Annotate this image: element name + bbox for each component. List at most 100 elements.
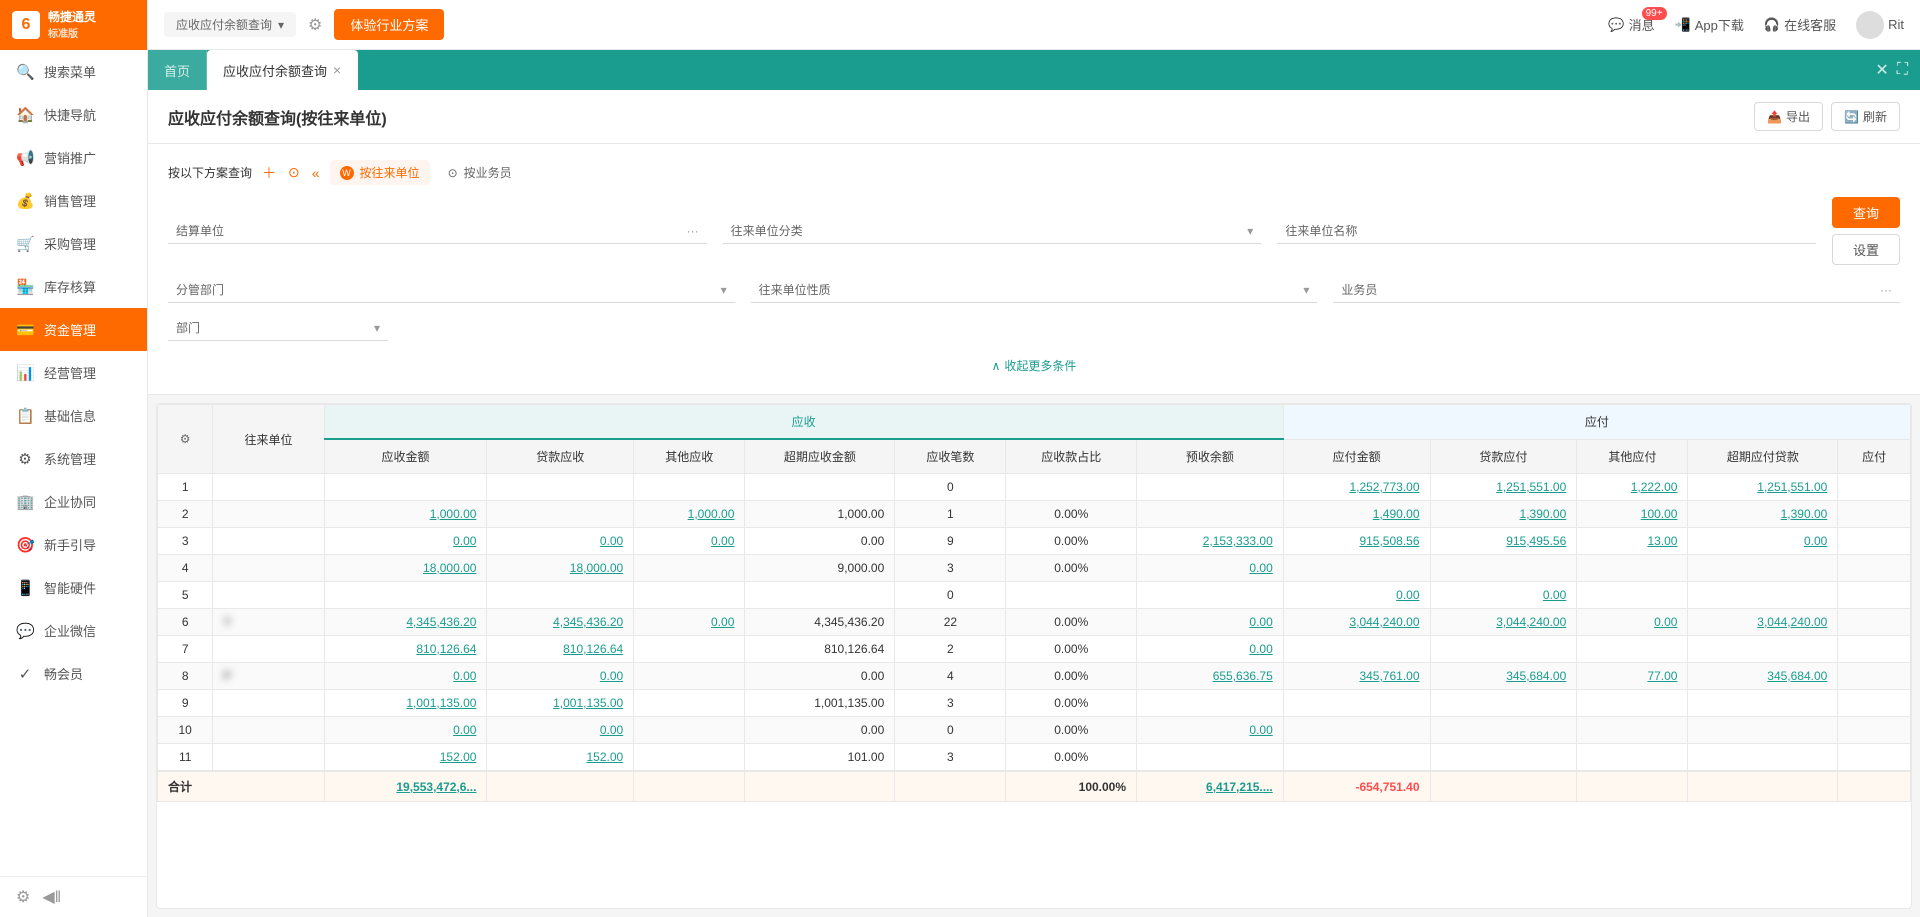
home-icon: 🏠 (16, 106, 34, 124)
table-row: 101,252,773.001,251,551.001,222.001,251,… (158, 474, 1911, 501)
message-icon: 💬 (1608, 17, 1624, 33)
scheme-settings-icon[interactable]: ⊙ (286, 162, 302, 183)
bumen-arrow-icon[interactable]: ▾ (374, 321, 380, 335)
table-row: 8P0.000.000.0040.00%655,636.75345,761.00… (158, 663, 1911, 690)
filter-field-wanglaixingzhi[interactable]: 往来单位性质 ▾ (751, 277, 1318, 303)
close-window-icon[interactable]: ✕ (1875, 60, 1888, 80)
sidebar-item-marketing[interactable]: 📢 营销推广 (0, 136, 147, 179)
scheme-by-unit[interactable]: W 按往来单位 (330, 160, 430, 185)
maximize-icon[interactable]: ⛶ (1897, 61, 1908, 79)
fenguan-arrow-icon[interactable]: ▾ (721, 283, 727, 297)
app-download-button[interactable]: 📲 App下载 (1675, 15, 1744, 34)
col-ap-other: 其他应付 (1577, 439, 1688, 474)
data-table-area[interactable]: ⚙ 往来单位 应收 应付 应收金额 贷款应收 其他应收 超期应收金额 应收笔数 … (156, 403, 1912, 909)
user-avatar-button[interactable]: Rit (1856, 11, 1904, 39)
footer-ar-prepay[interactable]: 6,417,215.... (1137, 771, 1284, 802)
sidebar-item-basic-info[interactable]: 📋 基础信息 (0, 394, 147, 437)
message-badge: 99+ (1642, 7, 1667, 20)
tab-home[interactable]: 首页 (148, 50, 207, 90)
marketing-icon: 📢 (16, 149, 34, 167)
tab-ar-ap[interactable]: 应收应付余额查询 × (207, 50, 358, 90)
wanglaifenlei-input[interactable] (807, 224, 1244, 238)
ap-group-header: 应付 (1283, 405, 1910, 440)
footer-ar-other (634, 771, 745, 802)
sidebar-item-operations[interactable]: 📊 经营管理 (0, 351, 147, 394)
sidebar-item-purchase[interactable]: 🛒 采购管理 (0, 222, 147, 265)
purchase-icon: 🛒 (16, 235, 34, 253)
sidebar-item-wechat[interactable]: 💬 企业微信 (0, 609, 147, 652)
sidebar-item-member[interactable]: ✓ 畅会员 (0, 652, 147, 695)
sales-icon: 💰 (16, 192, 34, 210)
col-ar-amt: 应收金额 (324, 439, 487, 474)
footer-ap-other (1577, 771, 1688, 802)
fenguan-input[interactable] (228, 283, 717, 297)
wanglaifenlei-arrow-icon[interactable]: ▾ (1247, 224, 1253, 238)
export-icon: 📤 (1767, 110, 1782, 124)
refresh-button[interactable]: 🔄 刷新 (1831, 102, 1900, 131)
col-ap-loan: 贷款应付 (1430, 439, 1577, 474)
filter-field-jiesuandanwei[interactable]: 结算单位 ··· (168, 218, 707, 244)
collapse-button[interactable]: ∧ 收起更多条件 (168, 353, 1900, 378)
table-settings-icon[interactable]: ⚙ (180, 432, 191, 446)
table-row: 30.000.000.000.0090.00%2,153,333.00915,5… (158, 528, 1911, 555)
col-ap-overdue: 超期应付贷款 (1688, 439, 1838, 474)
search-icon: 🔍 (16, 63, 34, 81)
scheme-expand-icon[interactable]: « (310, 163, 322, 183)
table-footer-row: 合计 19,553,472,6... 100.00% 6,417,215....… (158, 771, 1911, 802)
sidebar-item-quick-nav[interactable]: 🏠 快捷导航 (0, 93, 147, 136)
table-row: 6Y4,345,436.204,345,436.200.004,345,436.… (158, 609, 1911, 636)
wanglaixingzhi-arrow-icon[interactable]: ▾ (1303, 283, 1309, 297)
filter-area: 按以下方案查询 ＋ ⊙ « W 按往来单位 ⊙ 按业务员 结算单位 ··· 往来… (148, 144, 1920, 395)
sidebar-item-sales[interactable]: 💰 销售管理 (0, 179, 147, 222)
sidebar-item-search-menu[interactable]: 🔍 搜索菜单 (0, 50, 147, 93)
avatar (1856, 11, 1884, 39)
add-scheme-icon[interactable]: ＋ (260, 161, 278, 185)
filter-field-fenguan[interactable]: 分管部门 ▾ (168, 277, 735, 303)
fenguan-label: 分管部门 (176, 281, 224, 298)
footer-ar-amt[interactable]: 19,553,472,6... (324, 771, 487, 802)
jiesuandanwei-input[interactable] (228, 224, 683, 238)
settings-bottom-icon[interactable]: ⚙ (16, 887, 30, 907)
refresh-icon: 🔄 (1844, 110, 1859, 124)
footer-ar-loan (487, 771, 634, 802)
yewuyuan-dots-icon[interactable]: ··· (1880, 283, 1892, 297)
logo-icon: 6 (12, 11, 40, 39)
settings-col-header[interactable]: ⚙ (158, 405, 213, 474)
logo-name: 畅捷通灵 (48, 10, 96, 26)
message-button[interactable]: 💬 消息 99+ (1608, 15, 1654, 34)
filter-field-yewuyuan[interactable]: 业务员 ··· (1333, 277, 1900, 303)
col-ar-prepay: 预收余额 (1137, 439, 1284, 474)
bumen-input[interactable] (204, 321, 370, 335)
sidebar-item-enterprise[interactable]: 🏢 企业协同 (0, 480, 147, 523)
header-gear-icon[interactable]: ⚙ (308, 15, 322, 35)
query-button[interactable]: 查询 (1832, 197, 1900, 228)
scheme-by-salesperson[interactable]: ⊙ 按业务员 (438, 160, 522, 185)
footer-ar-count (895, 771, 1006, 802)
collapse-icon[interactable]: ◀‖ (42, 887, 61, 907)
breadcrumb: 应收应付余额查询 ▾ (164, 12, 296, 37)
export-button[interactable]: 📤 导出 (1754, 102, 1823, 131)
table-row: 21,000.001,000.001,000.0010.00%1,490.001… (158, 501, 1911, 528)
table-row: 91,001,135.001,001,135.001,001,135.0030.… (158, 690, 1911, 717)
sidebar-item-warehouse[interactable]: 🏪 库存核算 (0, 265, 147, 308)
page-header: 应收应付余额查询(按往来单位) 📤 导出 🔄 刷新 (148, 90, 1920, 144)
filter-field-bumen[interactable]: 部门 ▾ (168, 315, 388, 341)
member-icon: ✓ (16, 665, 34, 683)
wanglaixingzhi-input[interactable] (835, 283, 1300, 297)
sidebar-item-newbie[interactable]: 🎯 新手引导 (0, 523, 147, 566)
sidebar-item-system[interactable]: ⚙ 系统管理 (0, 437, 147, 480)
filter-field-wanglaiming[interactable]: 往来单位名称 (1277, 218, 1816, 244)
tab-close-icon[interactable]: × (333, 62, 341, 78)
wanglaiming-input[interactable] (1361, 224, 1808, 238)
jiesuandanwei-label: 结算单位 (176, 222, 224, 239)
filter-field-wanglaifenlei[interactable]: 往来单位分类 ▾ (723, 218, 1262, 244)
sidebar-item-finance[interactable]: 💳 资金管理 (0, 308, 147, 351)
wanglaifenlei-label: 往来单位分类 (731, 222, 803, 239)
yewuyuan-input[interactable] (1381, 283, 1876, 297)
plan-button[interactable]: 体验行业方案 (334, 9, 444, 40)
jiesuandanwei-dots-icon[interactable]: ··· (687, 224, 699, 238)
settings-button[interactable]: 设置 (1832, 234, 1900, 265)
table-row: 500.000.00 (158, 582, 1911, 609)
sidebar-item-smart-hw[interactable]: 📱 智能硬件 (0, 566, 147, 609)
online-service-button[interactable]: 🎧 在线客服 (1764, 15, 1836, 34)
